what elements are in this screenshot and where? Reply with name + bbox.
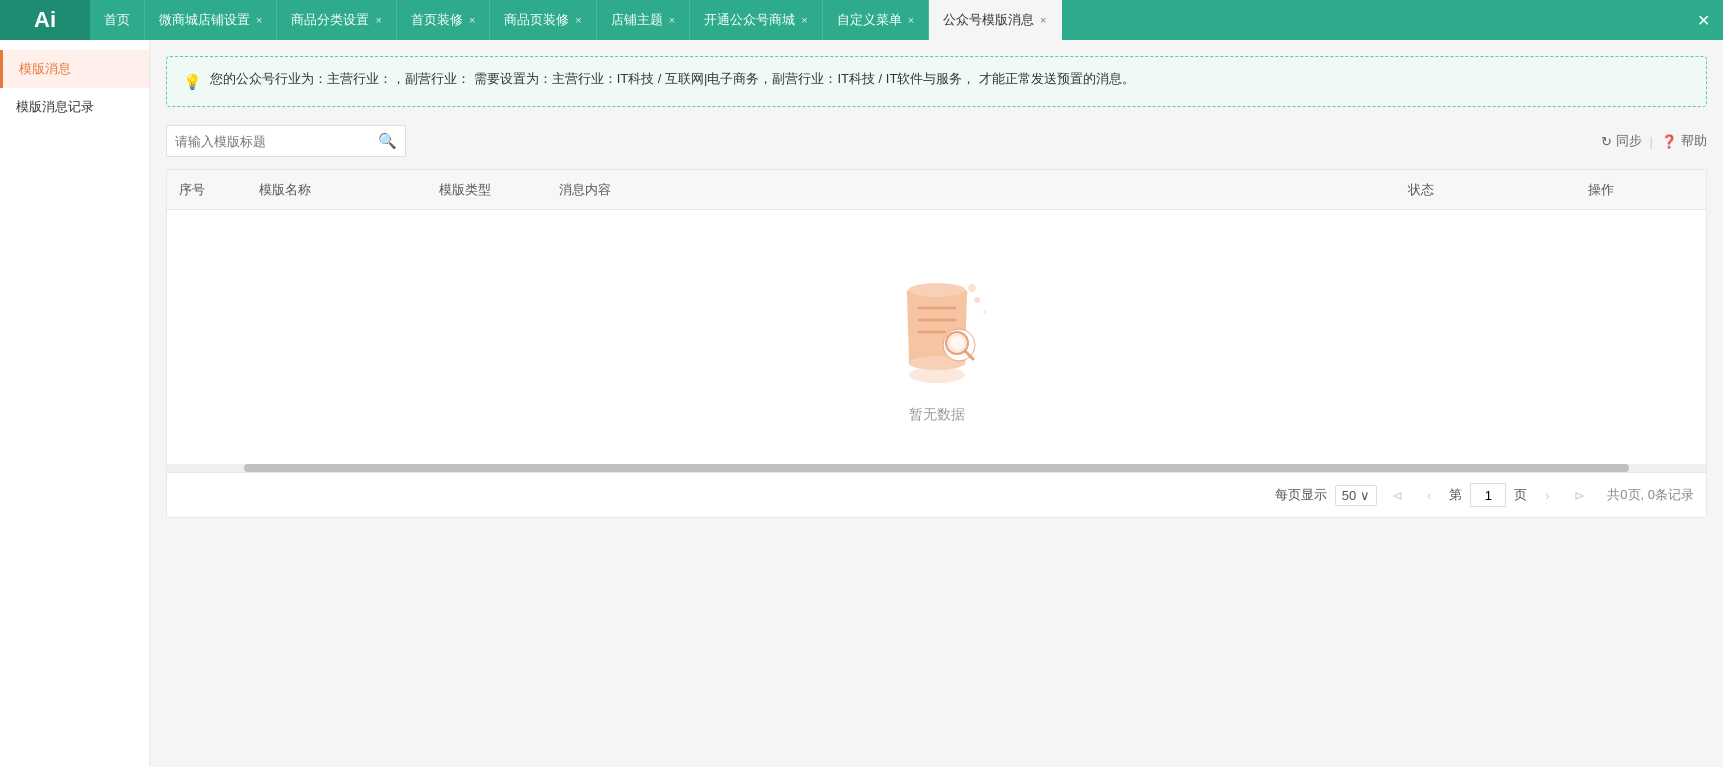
sync-button[interactable]: ↻ 同步	[1601, 132, 1642, 150]
svg-point-8	[950, 336, 964, 350]
nav-tab-home[interactable]: 首页	[90, 0, 145, 40]
page-size-label: 每页显示	[1275, 486, 1327, 504]
divider: |	[1650, 134, 1653, 149]
close-all-tabs-button[interactable]: ✕	[1683, 0, 1723, 40]
th-type: 模版类型	[427, 181, 547, 199]
nav-tab-shop-settings[interactable]: 微商城店铺设置×	[145, 0, 277, 40]
close-tab-home-decor-icon[interactable]: ×	[469, 14, 475, 26]
top-nav: Ai 首页微商城店铺设置×商品分类设置×首页装修×商品页装修×店铺主题×开通公众…	[0, 0, 1723, 40]
main-layout: 模版消息模版消息记录 💡 您的公众号行业为：主营行业：，副营行业： 需要设置为：…	[0, 40, 1723, 767]
page-of-label: 第	[1449, 486, 1462, 504]
sync-icon: ↻	[1601, 134, 1612, 149]
close-tab-custom-menu-icon[interactable]: ×	[908, 14, 914, 26]
next-page-button[interactable]: ›	[1535, 483, 1559, 507]
total-info: 共0页, 0条记录	[1607, 486, 1694, 504]
last-page-button[interactable]: ⊳	[1567, 483, 1591, 507]
prev-page-button[interactable]: ‹	[1417, 483, 1441, 507]
search-input-wrap[interactable]: 🔍	[166, 125, 406, 157]
svg-point-10	[974, 297, 980, 303]
first-page-button[interactable]: ⊲	[1385, 483, 1409, 507]
nav-tab-open-mall[interactable]: 开通公众号商城×	[690, 0, 822, 40]
data-table: 序号模版名称模版类型消息内容状态操作	[166, 169, 1707, 518]
th-content: 消息内容	[547, 181, 1396, 199]
close-tab-shop-theme-icon[interactable]: ×	[669, 14, 675, 26]
content-area: 💡 您的公众号行业为：主营行业：，副营行业： 需要设置为：主营行业：IT科技 /…	[150, 40, 1723, 767]
sidebar: 模版消息模版消息记录	[0, 40, 150, 767]
notice-box: 💡 您的公众号行业为：主营行业：，副营行业： 需要设置为：主营行业：IT科技 /…	[166, 56, 1707, 107]
page-size-select[interactable]: 50 ∨	[1335, 485, 1377, 506]
th-status: 状态	[1396, 181, 1576, 199]
close-tab-product-decor-icon[interactable]: ×	[575, 14, 581, 26]
pagination-row: 每页显示 50 ∨ ⊲ ‹ 第 页 › ⊳ 共0页, 0条记录	[167, 472, 1706, 517]
scrollbar-thumb[interactable]	[244, 464, 1629, 472]
search-icon[interactable]: 🔍	[378, 132, 397, 150]
th-action: 操作	[1576, 181, 1706, 199]
notice-text: 您的公众号行业为：主营行业：，副营行业： 需要设置为：主营行业：IT科技 / 互…	[210, 69, 1135, 90]
close-tab-category-settings-icon[interactable]: ×	[375, 14, 381, 26]
nav-tab-template-msg[interactable]: 公众号模版消息×	[929, 0, 1061, 40]
help-button[interactable]: ❓ 帮助	[1661, 132, 1707, 150]
sidebar-item-template-record[interactable]: 模版消息记录	[0, 88, 149, 126]
empty-illustration	[877, 270, 997, 390]
notice-icon: 💡	[183, 70, 202, 94]
page-number-input[interactable]	[1470, 483, 1506, 507]
sidebar-item-template-message[interactable]: 模版消息	[0, 50, 149, 88]
nav-tab-shop-theme[interactable]: 店铺主题×	[597, 0, 690, 40]
table-header: 序号模版名称模版类型消息内容状态操作	[167, 170, 1706, 210]
nav-tab-category-settings[interactable]: 商品分类设置×	[277, 0, 396, 40]
nav-tab-custom-menu[interactable]: 自定义菜单×	[823, 0, 929, 40]
page-unit-label: 页	[1514, 486, 1527, 504]
svg-point-1	[909, 283, 965, 297]
chevron-down-icon: ∨	[1360, 488, 1370, 503]
page-size-value: 50	[1342, 488, 1356, 503]
th-seq: 序号	[167, 181, 247, 199]
svg-point-12	[968, 284, 976, 292]
search-bar-row: 🔍 ↻ 同步 | ❓ 帮助	[166, 125, 1707, 157]
search-input[interactable]	[175, 134, 372, 149]
empty-state: 暂无数据	[167, 210, 1706, 464]
svg-point-11	[983, 310, 987, 314]
th-name: 模版名称	[247, 181, 427, 199]
right-actions: ↻ 同步 | ❓ 帮助	[1601, 132, 1707, 150]
close-tab-template-msg-icon[interactable]: ×	[1040, 14, 1046, 26]
empty-text: 暂无数据	[909, 406, 965, 424]
close-tab-shop-settings-icon[interactable]: ×	[256, 14, 262, 26]
nav-tabs: 首页微商城店铺设置×商品分类设置×首页装修×商品页装修×店铺主题×开通公众号商城…	[90, 0, 1683, 40]
scrollbar-track[interactable]	[167, 464, 1706, 472]
nav-tab-product-decor[interactable]: 商品页装修×	[490, 0, 596, 40]
close-tab-open-mall-icon[interactable]: ×	[801, 14, 807, 26]
notice-highlight: 需要设置为：主营行业：IT科技 / 互联网|电子商务，副营行业：IT科技 / I…	[474, 71, 976, 86]
help-icon: ❓	[1661, 134, 1677, 149]
nav-tab-home-decor[interactable]: 首页装修×	[397, 0, 490, 40]
app-logo: Ai	[0, 0, 90, 40]
